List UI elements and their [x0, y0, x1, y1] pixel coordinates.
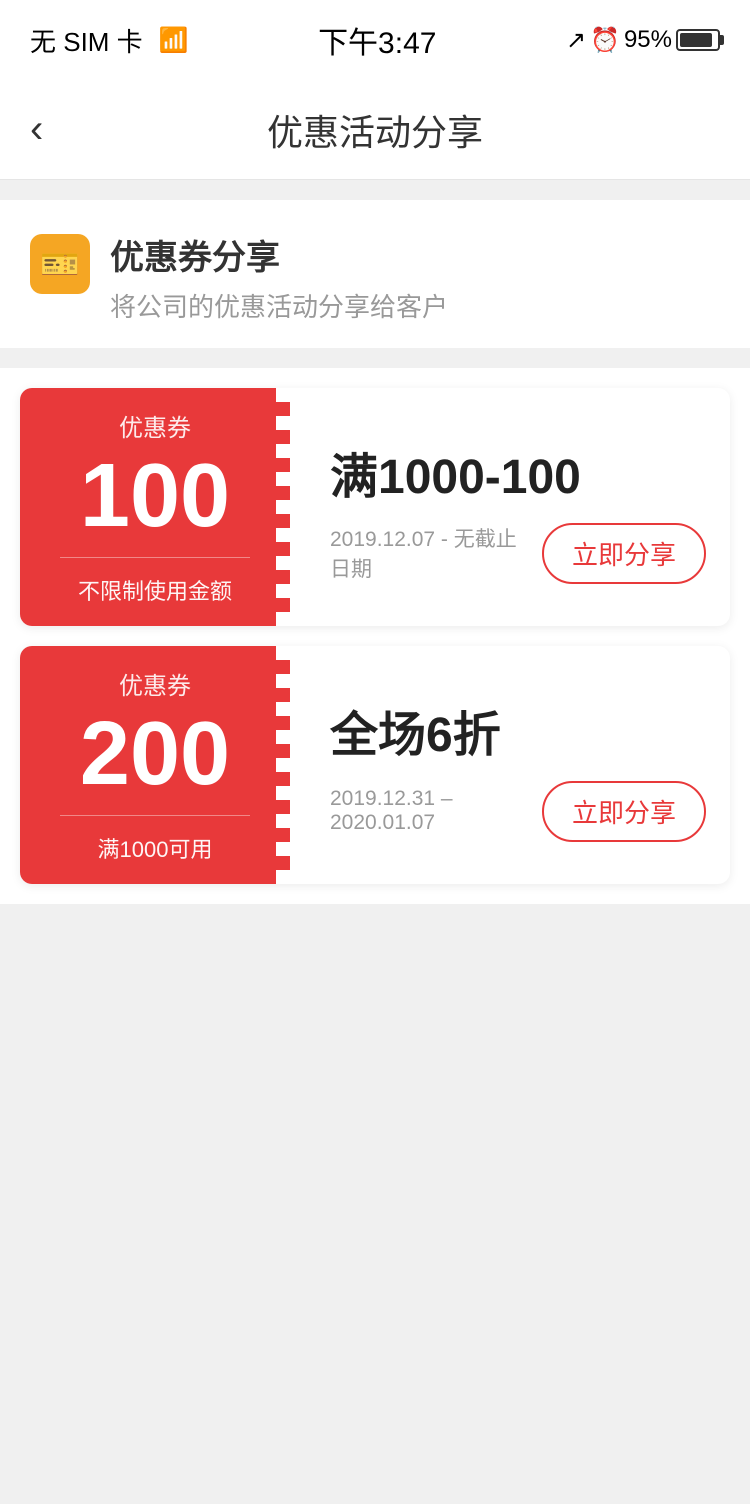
- coupon-list: 优惠券 100 不限制使用金额 满1000-100 2019.12.07 - 无…: [0, 368, 750, 904]
- coupon-card: 优惠券 100 不限制使用金额 满1000-100 2019.12.07 - 无…: [20, 388, 730, 626]
- coupon-divider-1: [60, 815, 250, 816]
- coupon-right-1: 全场6折 2019.12.31 – 2020.01.07 立即分享: [290, 646, 730, 884]
- coupon-bottom-row-1: 2019.12.31 – 2020.01.07 立即分享: [330, 781, 706, 842]
- share-button-1[interactable]: 立即分享: [542, 781, 706, 842]
- location-icon: ↗: [566, 26, 586, 55]
- coupon-icon: 🎫: [30, 234, 90, 294]
- coupon-label-1: 优惠券: [119, 666, 191, 701]
- coupon-name-1: 全场6折: [330, 695, 706, 765]
- nav-bar: ‹ 优惠活动分享: [0, 80, 750, 180]
- alarm-icon: ⏰: [590, 26, 620, 55]
- battery-percent: 95%: [624, 26, 672, 54]
- coupon-card: 优惠券 200 满1000可用 全场6折 2019.12.31 – 2020.0…: [20, 646, 730, 884]
- section-header: 🎫 优惠券分享 将公司的优惠活动分享给客户: [0, 200, 750, 348]
- coupon-name-0: 满1000-100: [330, 437, 706, 507]
- page-title: 优惠活动分享: [267, 104, 483, 156]
- coupon-date-1: 2019.12.31 – 2020.01.07: [330, 787, 532, 835]
- coupon-date-0: 2019.12.07 - 无截止日期: [330, 523, 532, 583]
- battery-indicator: ↗ ⏰ 95%: [566, 26, 720, 55]
- coupon-bottom-row-0: 2019.12.07 - 无截止日期 立即分享: [330, 523, 706, 584]
- coupon-left-0: 优惠券 100 不限制使用金额: [20, 388, 290, 626]
- coupon-label-0: 优惠券: [119, 408, 191, 443]
- battery-bar-visual: [676, 29, 720, 51]
- coupon-amount-1: 200: [80, 709, 230, 799]
- section-subtitle: 将公司的优惠活动分享给客户: [110, 287, 448, 324]
- status-time: 下午3:47: [318, 18, 436, 62]
- carrier-text: 无 SIM 卡: [30, 22, 143, 59]
- battery-fill: [680, 33, 712, 47]
- status-left: 无 SIM 卡 📶: [30, 22, 189, 59]
- footer-area: [0, 904, 750, 1504]
- status-bar: 无 SIM 卡 📶 下午3:47 ↗ ⏰ 95%: [0, 0, 750, 80]
- coupon-right-0: 满1000-100 2019.12.07 - 无截止日期 立即分享: [290, 388, 730, 626]
- coupon-amount-0: 100: [80, 451, 230, 541]
- coupon-condition-0: 不限制使用金额: [78, 574, 232, 606]
- wifi-icon: 📶: [159, 26, 189, 55]
- share-button-0[interactable]: 立即分享: [542, 523, 706, 584]
- coupon-left-1: 优惠券 200 满1000可用: [20, 646, 290, 884]
- section-text: 优惠券分享 将公司的优惠活动分享给客户: [110, 230, 448, 324]
- back-button[interactable]: ‹: [30, 107, 43, 152]
- section-title: 优惠券分享: [110, 230, 448, 279]
- coupon-condition-1: 满1000可用: [98, 832, 213, 864]
- coupon-divider-0: [60, 557, 250, 558]
